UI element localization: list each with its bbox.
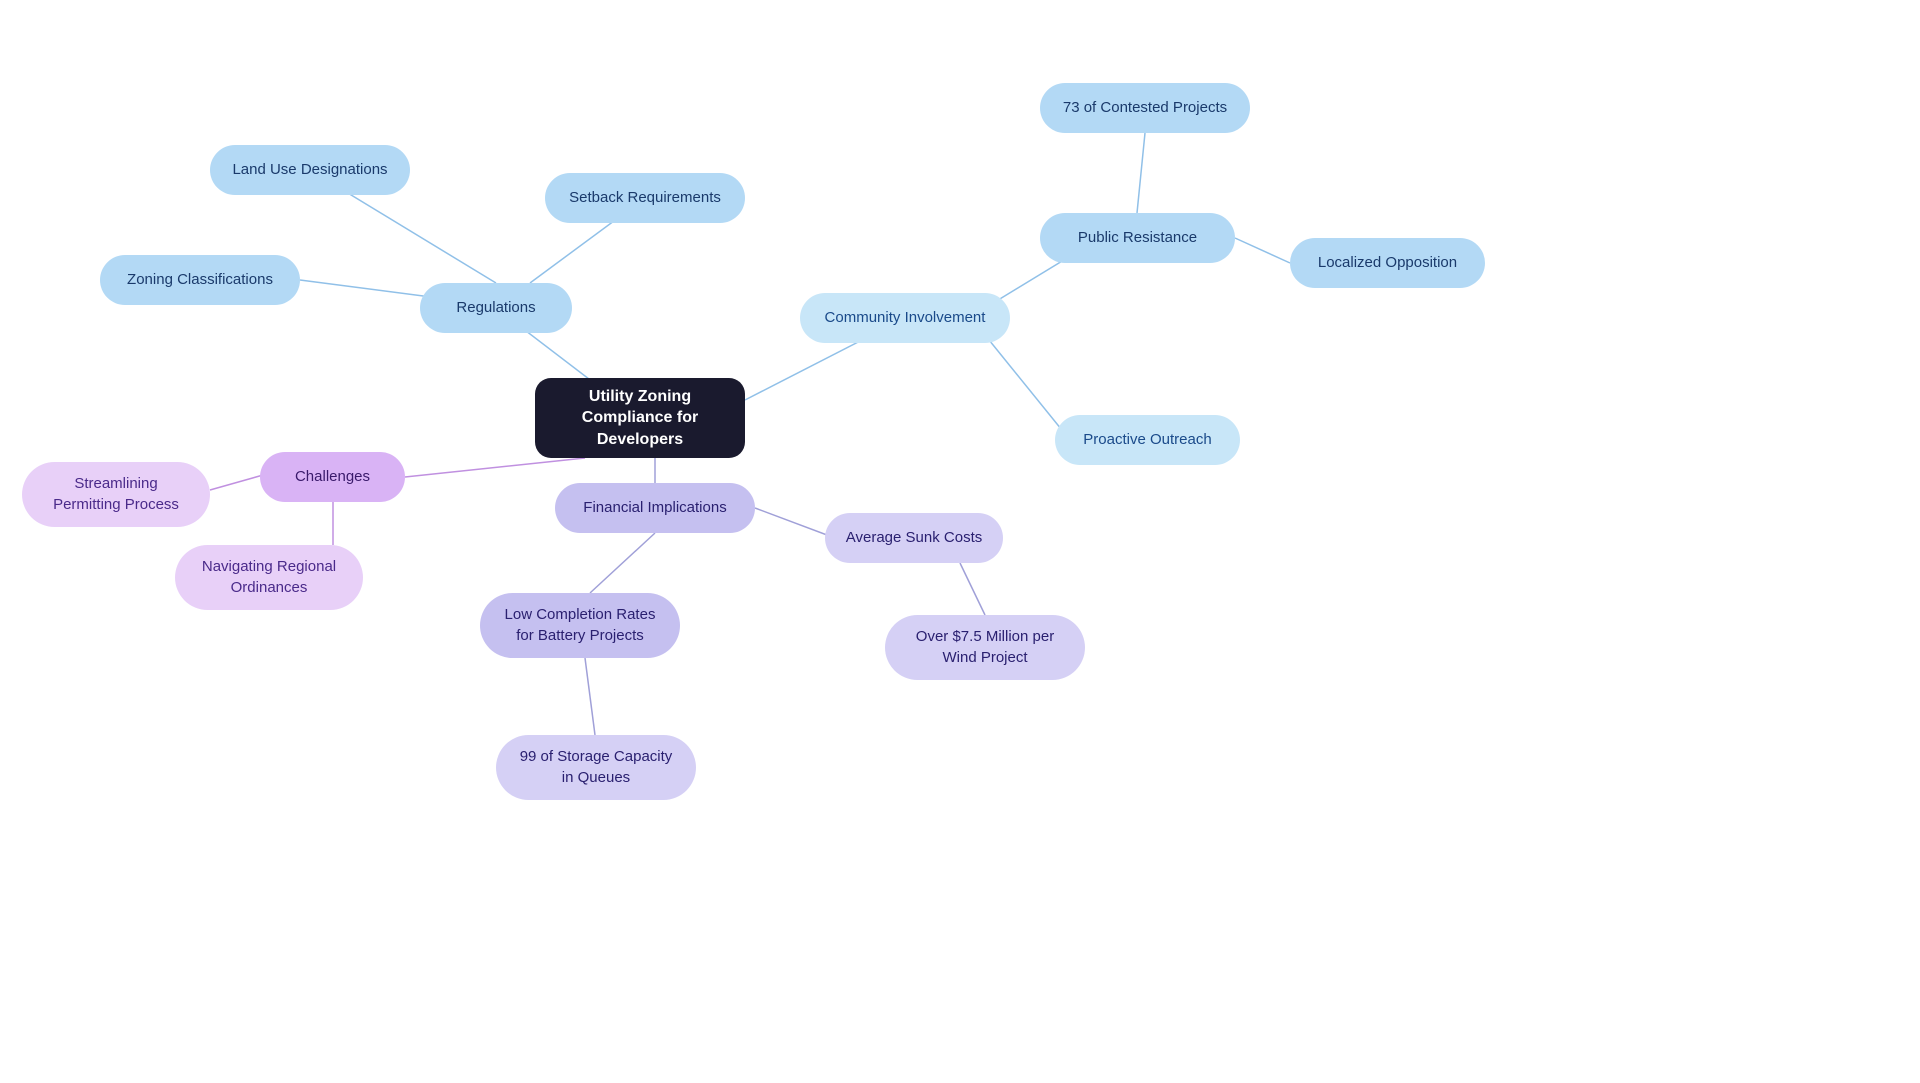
proactive-label: Proactive Outreach — [1083, 430, 1211, 450]
contested-label: 73 of Contested Projects — [1063, 98, 1227, 118]
over-wind-node[interactable]: Over $7.5 Million per Wind Project — [885, 615, 1085, 680]
challenges-node[interactable]: Challenges — [260, 452, 405, 502]
challenges-label: Challenges — [295, 467, 370, 487]
streamlining-label: Streamlining Permitting Process — [42, 474, 190, 515]
financial-node[interactable]: Financial Implications — [555, 483, 755, 533]
localized-opp-node[interactable]: Localized Opposition — [1290, 238, 1485, 288]
community-label: Community Involvement — [825, 308, 986, 328]
regulations-label: Regulations — [456, 298, 535, 318]
proactive-node[interactable]: Proactive Outreach — [1055, 415, 1240, 465]
over-wind-label: Over $7.5 Million per Wind Project — [905, 627, 1065, 668]
regulations-node[interactable]: Regulations — [420, 283, 572, 333]
localized-opp-label: Localized Opposition — [1318, 253, 1457, 273]
storage-label: 99 of Storage Capacity in Queues — [516, 747, 676, 788]
land-use-node[interactable]: Land Use Designations — [210, 145, 410, 195]
public-resistance-label: Public Resistance — [1078, 228, 1197, 248]
land-use-label: Land Use Designations — [232, 160, 387, 180]
center-label: Utility Zoning Compliance for Developers — [559, 386, 721, 451]
contested-node[interactable]: 73 of Contested Projects — [1040, 83, 1250, 133]
navigating-label: Navigating Regional Ordinances — [195, 557, 343, 598]
public-resistance-node[interactable]: Public Resistance — [1040, 213, 1235, 263]
storage-node[interactable]: 99 of Storage Capacity in Queues — [496, 735, 696, 800]
setback-label: Setback Requirements — [569, 188, 721, 208]
streamlining-node[interactable]: Streamlining Permitting Process — [22, 462, 210, 527]
low-completion-label: Low Completion Rates for Battery Project… — [500, 605, 660, 646]
community-node[interactable]: Community Involvement — [800, 293, 1010, 343]
navigating-node[interactable]: Navigating Regional Ordinances — [175, 545, 363, 610]
sunk-costs-label: Average Sunk Costs — [846, 528, 982, 548]
sunk-costs-node[interactable]: Average Sunk Costs — [825, 513, 1003, 563]
center-node[interactable]: Utility Zoning Compliance for Developers — [535, 378, 745, 458]
zoning-class-label: Zoning Classifications — [127, 270, 273, 290]
setback-node[interactable]: Setback Requirements — [545, 173, 745, 223]
financial-label: Financial Implications — [583, 498, 726, 518]
zoning-class-node[interactable]: Zoning Classifications — [100, 255, 300, 305]
low-completion-node[interactable]: Low Completion Rates for Battery Project… — [480, 593, 680, 658]
